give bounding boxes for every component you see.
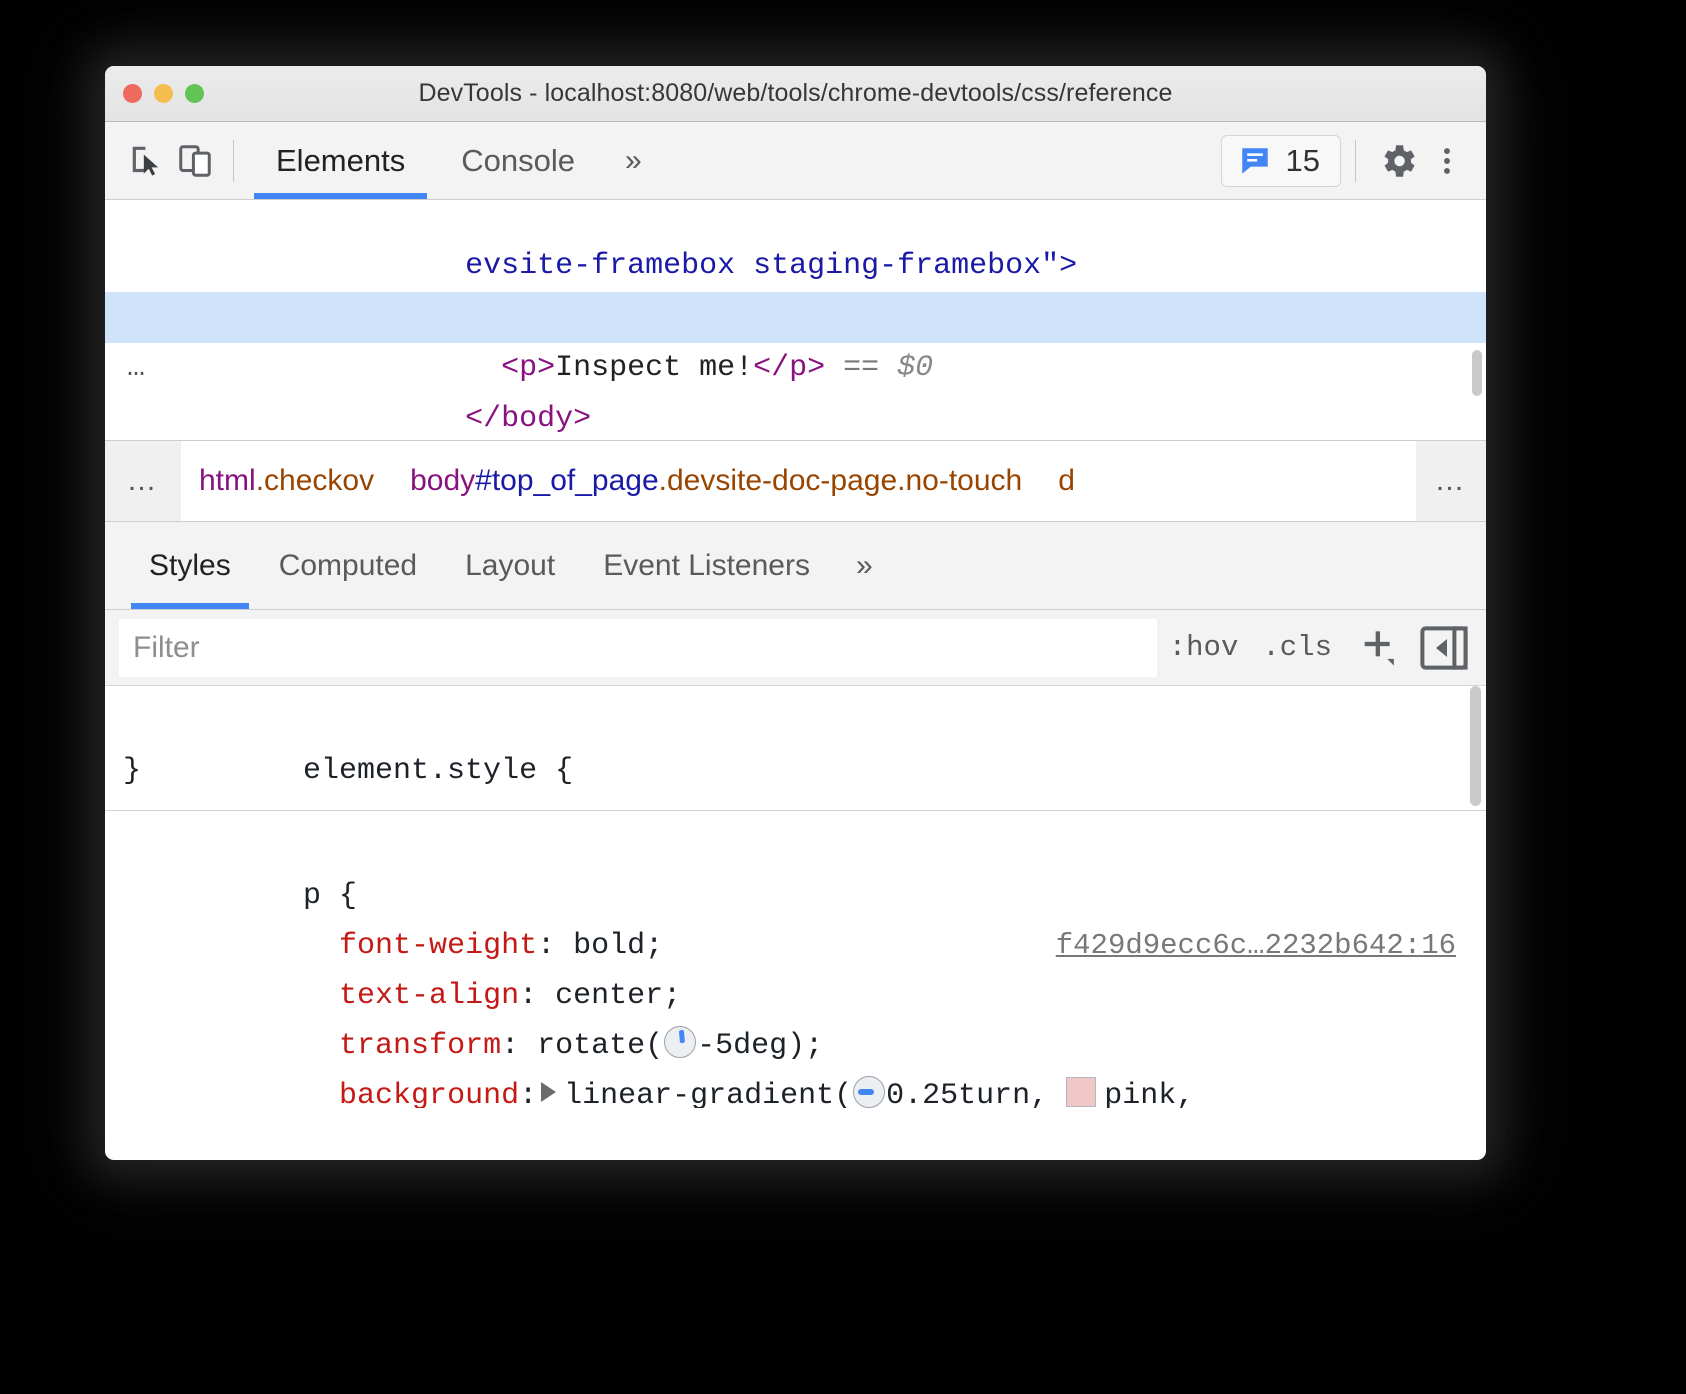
- breadcrumb-tag: body: [410, 464, 475, 497]
- color-swatch-pink[interactable]: [1066, 1077, 1096, 1107]
- indent: [303, 1079, 339, 1108]
- panel-tabs: Elements Console »: [248, 122, 664, 199]
- tab-elements[interactable]: Elements: [248, 122, 433, 199]
- property-sep: :: [501, 1029, 537, 1063]
- gradient-angle-swatch[interactable]: [853, 1076, 885, 1108]
- zoom-button[interactable]: [185, 84, 204, 103]
- indent: [303, 979, 339, 1013]
- indent: [303, 1029, 339, 1063]
- toolbar-divider: [233, 140, 234, 182]
- breadcrumb-item-html[interactable]: html.checkov: [181, 464, 392, 498]
- more-sidebar-tabs-chevron-icon[interactable]: »: [834, 549, 895, 583]
- breadcrumb-id: #top_of_page: [475, 464, 659, 497]
- property-name[interactable]: font-weight: [339, 929, 537, 963]
- indent: [303, 929, 339, 963]
- minimize-button[interactable]: [154, 84, 173, 103]
- tab-layout[interactable]: Layout: [441, 522, 579, 609]
- toolbar-divider-2: [1355, 140, 1356, 182]
- device-toolbar-icon[interactable]: [171, 137, 219, 185]
- devtools-toolbar: Elements Console » 15: [105, 122, 1486, 200]
- devtools-window: DevTools - localhost:8080/web/tools/chro…: [105, 66, 1486, 1160]
- new-style-rule-button[interactable]: [1344, 626, 1414, 670]
- value-comma-2: ,: [1176, 1079, 1194, 1108]
- property-name[interactable]: text-align: [339, 979, 519, 1013]
- breadcrumb-item-next[interactable]: d: [1040, 464, 1093, 498]
- dom-tree-pane[interactable]: evsite-framebox staging-framebox"> <styl…: [105, 200, 1486, 440]
- toggle-pseudo-states-button[interactable]: :hov: [1157, 631, 1251, 664]
- styles-rules-pane[interactable]: element.style { } p { f429d9ecc6c…2232b6…: [105, 686, 1486, 1108]
- breadcrumb: … html.checkov body#top_of_page.devsite-…: [105, 440, 1486, 522]
- window-controls[interactable]: [123, 84, 204, 103]
- computed-sidebar-toggle-icon[interactable]: [1418, 622, 1470, 674]
- property-name[interactable]: transform: [339, 1029, 501, 1063]
- dom-tree-row[interactable]: </html>: [105, 394, 1486, 440]
- rule-source-link[interactable]: f429d9ecc6c…2232b642:16: [1056, 921, 1456, 971]
- tab-console[interactable]: Console: [433, 122, 603, 199]
- color-name-pink[interactable]: pink: [1104, 1079, 1176, 1108]
- rule-element-style[interactable]: element.style { }: [105, 686, 1486, 804]
- rule-selector[interactable]: element.style {: [123, 696, 1486, 746]
- breadcrumb-item-body[interactable]: body#top_of_page.devsite-doc-page.no-tou…: [392, 464, 1040, 498]
- breadcrumb-tag: html: [199, 464, 256, 497]
- styles-filter-bar: :hov .cls: [105, 610, 1486, 686]
- property-value[interactable]: bold: [573, 929, 645, 963]
- breadcrumb-classes: .checkov: [256, 464, 374, 497]
- tab-computed[interactable]: Computed: [255, 522, 441, 609]
- console-message-count: 15: [1286, 143, 1320, 179]
- property-value-function[interactable]: rotate(: [537, 1029, 663, 1063]
- tab-event-listeners[interactable]: Event Listeners: [579, 522, 834, 609]
- kebab-menu-icon[interactable]: [1426, 133, 1468, 189]
- breadcrumb-overflow-left[interactable]: …: [105, 441, 181, 521]
- angle-clock-swatch[interactable]: [664, 1026, 696, 1058]
- gear-icon[interactable]: [1370, 133, 1426, 189]
- property-sep: :: [537, 929, 573, 963]
- toggle-element-classes-button[interactable]: .cls: [1250, 631, 1344, 664]
- more-panels-chevron-icon[interactable]: »: [603, 144, 664, 178]
- dom-tree-row[interactable]: <style>…</style>: [105, 241, 1486, 292]
- window-titlebar: DevTools - localhost:8080/web/tools/chro…: [105, 66, 1486, 122]
- property-value-angle[interactable]: -5deg: [697, 1029, 787, 1063]
- rule-selector-row: p { f429d9ecc6c…2232b642:16: [123, 821, 1486, 871]
- breadcrumb-tag: d: [1058, 464, 1075, 497]
- property-value-angle[interactable]: 0.25turn: [886, 1079, 1030, 1108]
- tab-styles[interactable]: Styles: [125, 522, 255, 609]
- value-comma: ,: [1030, 1079, 1066, 1108]
- expand-shorthand-triangle-icon[interactable]: [541, 1082, 556, 1102]
- dom-tree-row[interactable]: </body>: [105, 343, 1486, 394]
- screen-root: DevTools - localhost:8080/web/tools/chro…: [0, 0, 1686, 1394]
- dom-tree-row[interactable]: evsite-framebox staging-framebox">: [105, 200, 1486, 241]
- plus-icon: [1358, 626, 1398, 670]
- property-value-function[interactable]: linear-gradient(: [564, 1079, 852, 1108]
- rule-selector-text[interactable]: p {: [303, 879, 357, 913]
- breadcrumb-overflow-right[interactable]: …: [1416, 441, 1486, 521]
- property-end: ;: [645, 929, 663, 963]
- rule-selector-text: element.style {: [303, 754, 573, 788]
- filter-input[interactable]: [119, 619, 1157, 677]
- property-end: );: [787, 1029, 823, 1063]
- breadcrumb-classes: .devsite-doc-page.no-touch: [659, 464, 1023, 497]
- styles-scrollbar[interactable]: [1470, 686, 1481, 806]
- console-message-icon: [1238, 144, 1272, 178]
- inspect-element-icon[interactable]: [123, 137, 171, 185]
- close-button[interactable]: [123, 84, 142, 103]
- window-title: DevTools - localhost:8080/web/tools/chro…: [105, 79, 1486, 108]
- dom-tree-row-selected[interactable]: … <p>Inspect me!</p> == $0: [105, 292, 1486, 343]
- property-sep: :: [519, 1079, 537, 1108]
- property-name[interactable]: background: [339, 1079, 519, 1108]
- console-messages-badge[interactable]: 15: [1221, 135, 1341, 187]
- property-value[interactable]: center: [555, 979, 663, 1013]
- rule-p[interactable]: p { f429d9ecc6c…2232b642:16 font-weight:…: [105, 811, 1486, 1108]
- dom-tree-scrollbar[interactable]: [1472, 350, 1482, 396]
- property-sep: :: [519, 979, 555, 1013]
- styles-sidebar-tabs: Styles Computed Layout Event Listeners »: [105, 522, 1486, 610]
- property-end: ;: [663, 979, 681, 1013]
